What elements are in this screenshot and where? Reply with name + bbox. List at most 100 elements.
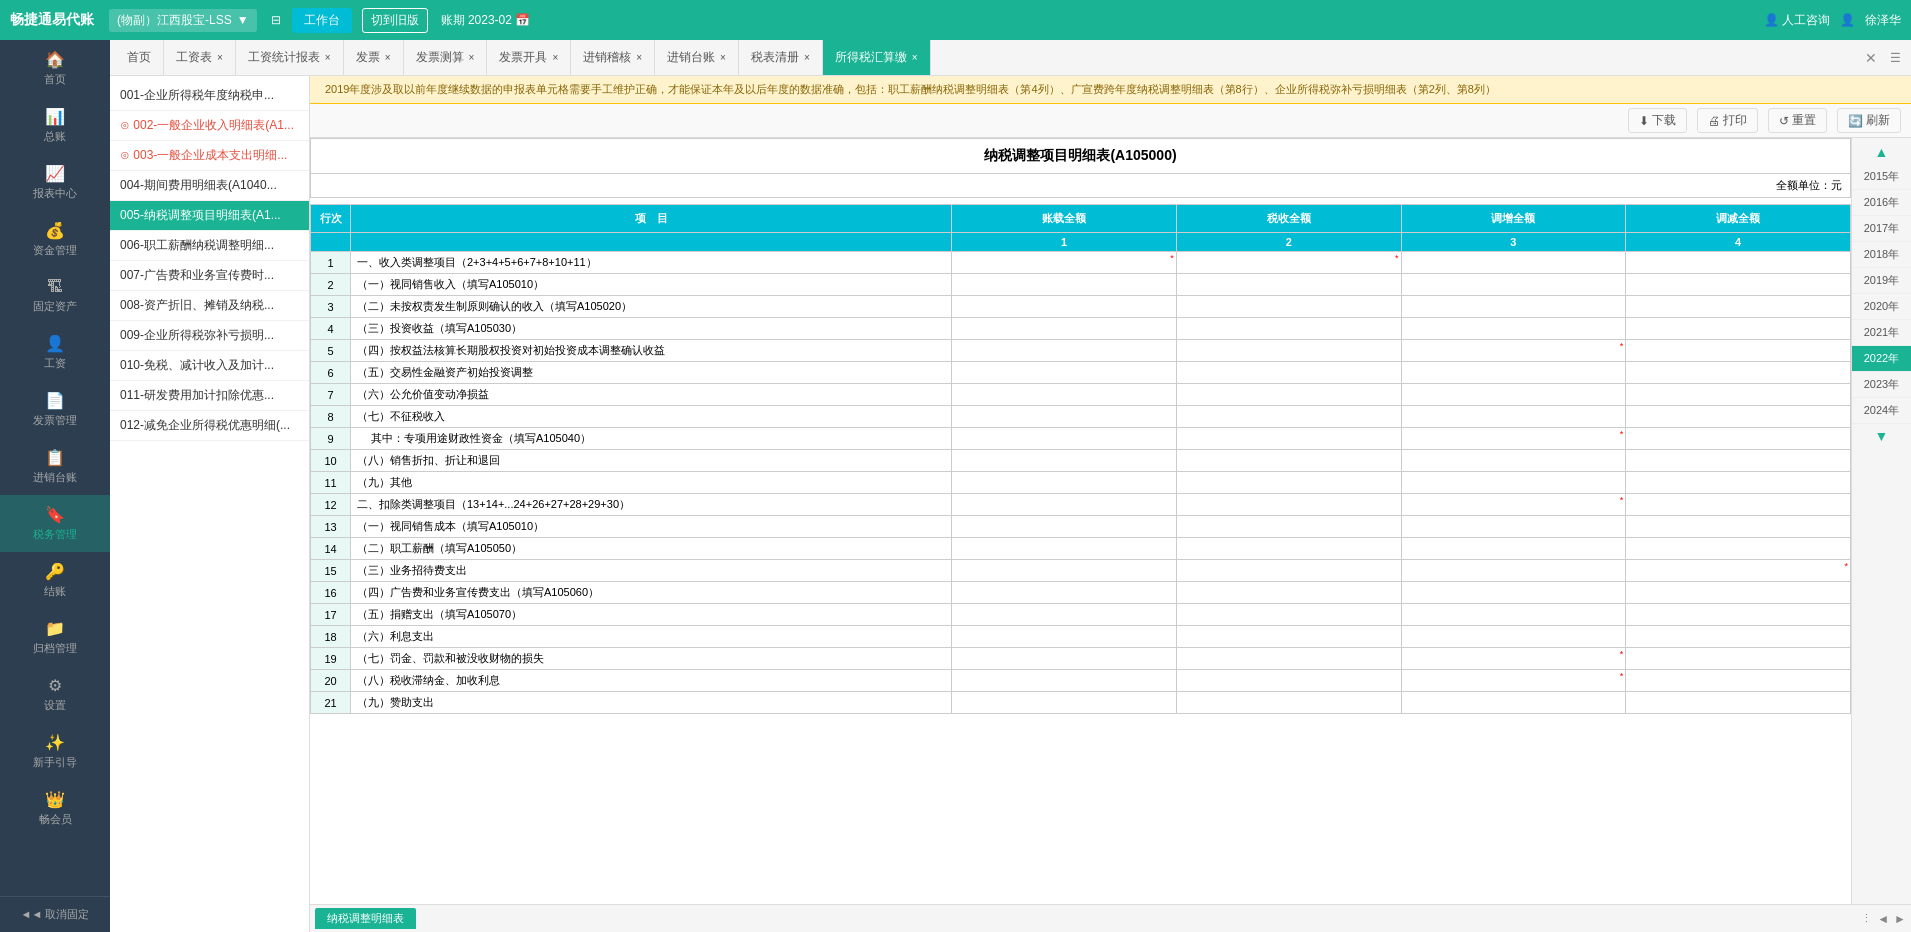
data-25-1[interactable] [952,670,1177,692]
sidebar-item-member[interactable]: 👑 畅会员 [0,780,110,837]
tab-bar-menu[interactable]: ☰ [1885,51,1906,65]
data-14-3[interactable] [1401,428,1626,450]
data-8-4[interactable] [1626,296,1851,318]
data-22-2[interactable] [1176,604,1401,626]
data-16-1[interactable] [952,472,1177,494]
data-6-4[interactable] [1626,252,1851,274]
data-18-1[interactable] [952,516,1177,538]
data-9-3[interactable] [1401,318,1626,340]
tab-salary-close[interactable]: × [217,52,223,63]
list-item-004[interactable]: 004-期间费用明细表(A1040... [110,171,309,201]
sidebar-item-invoice[interactable]: 📄 发票管理 [0,381,110,438]
data-25-3[interactable] [1401,670,1626,692]
data-13-4[interactable] [1626,406,1851,428]
data-25-2[interactable] [1176,670,1401,692]
company-selector[interactable]: (物副）江西股宝-LSS ▼ [109,9,257,32]
data-14-4[interactable] [1626,428,1851,450]
sidebar-item-reports[interactable]: 📈 报表中心 [0,154,110,211]
year-2016[interactable]: 2016年 [1852,190,1911,216]
sidebar-item-ledger[interactable]: 📊 总账 [0,97,110,154]
old-version-btn[interactable]: 切到旧版 [362,8,428,33]
print-btn[interactable]: 🖨 打印 [1697,108,1758,133]
data-24-4[interactable] [1626,648,1851,670]
tab-inout-check-close[interactable]: × [636,52,642,63]
data-15-4[interactable] [1626,450,1851,472]
data-11-3[interactable] [1401,362,1626,384]
data-6-1[interactable] [952,252,1177,274]
sidebar-item-finance[interactable]: 💰 资金管理 [0,211,110,268]
sidebar-item-close[interactable]: 🔑 结账 [0,552,110,609]
scroll-left-btn[interactable]: ◄ [1877,912,1889,926]
data-7-1[interactable] [952,274,1177,296]
data-23-1[interactable] [952,626,1177,648]
tab-bar-close-all[interactable]: ✕ [1857,50,1885,66]
year-2015[interactable]: 2015年 [1852,164,1911,190]
data-23-4[interactable] [1626,626,1851,648]
data-15-2[interactable] [1176,450,1401,472]
tab-invoice-open-close[interactable]: × [552,52,558,63]
data-7-4[interactable] [1626,274,1851,296]
tab-income-tax[interactable]: 所得税汇算缴 × [823,40,931,75]
data-16-2[interactable] [1176,472,1401,494]
data-12-3[interactable] [1401,384,1626,406]
tab-invoice-calc-close[interactable]: × [469,52,475,63]
data-25-4[interactable] [1626,670,1851,692]
year-2023[interactable]: 2023年 [1852,372,1911,398]
data-20-1[interactable] [952,560,1177,582]
tab-tax-clear[interactable]: 税表清册 × [739,40,823,75]
tab-home[interactable]: 首页 [115,40,164,75]
tab-income-tax-close[interactable]: × [912,52,918,63]
year-2017[interactable]: 2017年 [1852,216,1911,242]
sidebar-item-settings[interactable]: ⚙ 设置 [0,666,110,723]
data-13-3[interactable] [1401,406,1626,428]
data-17-4[interactable] [1626,494,1851,516]
data-22-1[interactable] [952,604,1177,626]
data-11-1[interactable] [952,362,1177,384]
sidebar-item-home[interactable]: 🏠 首页 [0,40,110,97]
year-2019[interactable]: 2019年 [1852,268,1911,294]
data-23-2[interactable] [1176,626,1401,648]
list-item-003[interactable]: 003-一般企业成本支出明细... [110,141,309,171]
data-21-4[interactable] [1626,582,1851,604]
year-2020[interactable]: 2020年 [1852,294,1911,320]
data-15-1[interactable] [952,450,1177,472]
tab-inout-ledger[interactable]: 进销台账 × [655,40,739,75]
data-20-4[interactable] [1626,560,1851,582]
data-9-1[interactable] [952,318,1177,340]
list-item-005[interactable]: 005-纳税调整项目明细表(A1... [110,201,309,231]
data-16-4[interactable] [1626,472,1851,494]
data-11-4[interactable] [1626,362,1851,384]
sidebar-item-tax[interactable]: 🔖 税务管理 [0,495,110,552]
data-10-2[interactable] [1176,340,1401,362]
data-19-4[interactable] [1626,538,1851,560]
data-8-2[interactable] [1176,296,1401,318]
sidebar-item-inout[interactable]: 📋 进销台账 [0,438,110,495]
sidebar-item-archive[interactable]: 📁 归档管理 [0,609,110,666]
data-12-4[interactable] [1626,384,1851,406]
data-7-3[interactable] [1401,274,1626,296]
data-26-1[interactable] [952,692,1177,714]
list-item-010[interactable]: 010-免税、减计收入及加计... [110,351,309,381]
year-2024[interactable]: 2024年 [1852,398,1911,424]
data-9-4[interactable] [1626,318,1851,340]
data-8-3[interactable] [1401,296,1626,318]
data-12-2[interactable] [1176,384,1401,406]
tab-tax-clear-close[interactable]: × [804,52,810,63]
data-22-3[interactable] [1401,604,1626,626]
tab-inout-check[interactable]: 进销稽核 × [571,40,655,75]
year-2021[interactable]: 2021年 [1852,320,1911,346]
workbench-btn[interactable]: 工作台 [292,8,352,33]
list-item-012[interactable]: 012-减免企业所得税优惠明细(... [110,411,309,441]
data-20-3[interactable] [1401,560,1626,582]
year-2018[interactable]: 2018年 [1852,242,1911,268]
data-21-3[interactable] [1401,582,1626,604]
spreadsheet-wrapper[interactable]: 纳税调整项目明细表(A105000) 全额单位：元 [310,138,1851,904]
data-6-3[interactable] [1401,252,1626,274]
data-16-3[interactable] [1401,472,1626,494]
data-23-3[interactable] [1401,626,1626,648]
scroll-right-btn[interactable]: ► [1894,912,1906,926]
sidebar-item-salary[interactable]: 👤 工资 [0,324,110,381]
sidebar-item-assets[interactable]: 🏗 固定资产 [0,268,110,324]
refresh-btn[interactable]: 🔄 刷新 [1837,108,1901,133]
data-8-1[interactable] [952,296,1177,318]
